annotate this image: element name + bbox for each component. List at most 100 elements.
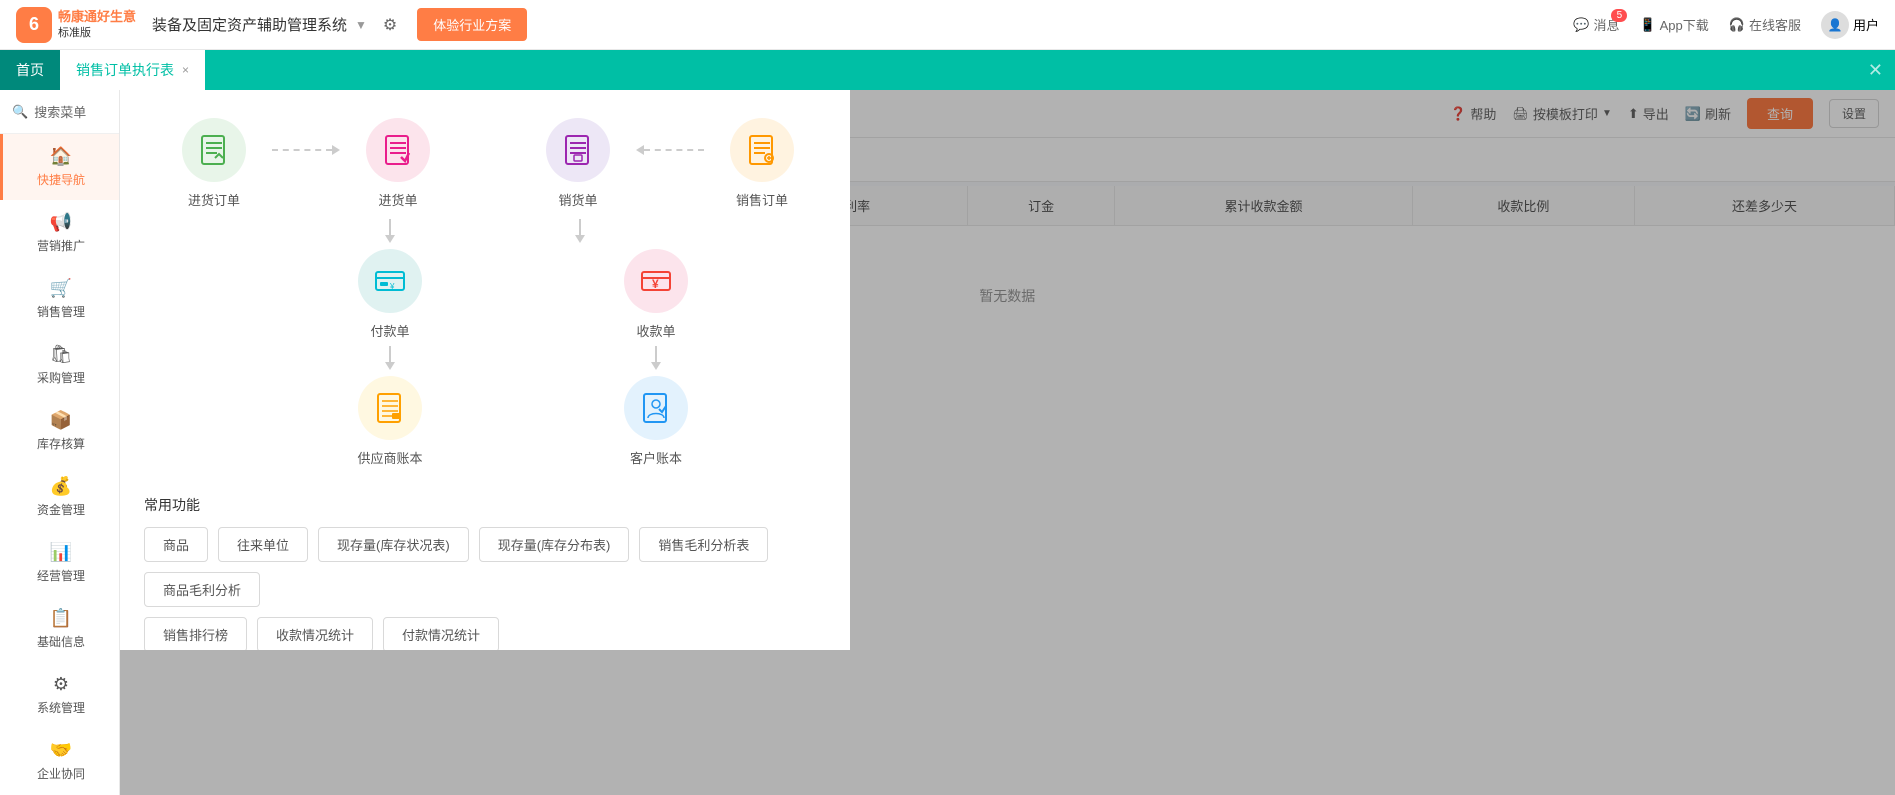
- sidebar-item-enterprise[interactable]: 🤝 企业协同: [0, 728, 119, 794]
- func-btn-sales-gross-analysis[interactable]: 销售毛利分析表: [639, 527, 768, 562]
- purchase-bill-label: 进货单: [378, 190, 417, 209]
- customer-account-label: 客户账本: [630, 448, 682, 467]
- app-download-action[interactable]: 📱 App下载: [1639, 15, 1708, 34]
- service-action[interactable]: 🎧 在线客服: [1729, 15, 1801, 34]
- message-badge: 5: [1611, 9, 1627, 22]
- sales-order-label: 销售订单: [736, 190, 788, 209]
- settings-icon[interactable]: ⚙: [383, 15, 397, 35]
- tab-close-icon[interactable]: ×: [182, 63, 189, 77]
- flow-row-1: 进货订单: [144, 110, 826, 217]
- sidebar-item-sales[interactable]: 🛒 销售管理: [0, 266, 119, 332]
- payment-bill-circle: ¥: [358, 249, 422, 313]
- sales-order-node[interactable]: 销售订单: [712, 118, 812, 209]
- tab-active-label: 销售订单执行表: [76, 60, 174, 80]
- sidebar-item-quick-nav[interactable]: 🏠 快捷导航: [0, 134, 119, 200]
- sidebar-label-enterprise: 企业协同: [37, 765, 85, 782]
- header-right: 💬 消息 5 📱 App下载 🎧 在线客服 👤 用户: [1573, 11, 1879, 39]
- func-btn-contacts[interactable]: 往来单位: [218, 527, 308, 562]
- supplier-account-node[interactable]: 供应商账本: [340, 376, 440, 467]
- modal-overlay[interactable]: 进货订单: [120, 90, 1895, 795]
- experience-btn[interactable]: 体验行业方案: [417, 8, 527, 41]
- operations-icon: 📊: [50, 542, 72, 563]
- sidebar-item-marketing[interactable]: 📢 营销推广: [0, 200, 119, 266]
- logo-area: 6 畅康通好生意 标准版: [16, 7, 136, 43]
- purchase-bill-circle: [366, 118, 430, 182]
- system-icon: ⚙: [53, 674, 69, 695]
- main-content: ❓ 帮助 🖨 按模板打印 ▼ ⬆ 导出 🔄 刷新 查询 设置 📅: [120, 90, 1895, 795]
- sidebar-item-finance[interactable]: 💰 资金管理: [0, 464, 119, 530]
- func-btn-stock-status[interactable]: 现存量(库存状况表): [318, 527, 469, 562]
- sidebar-label-quick-nav: 快捷导航: [37, 171, 85, 188]
- sidebar-item-operations[interactable]: 📊 经营管理: [0, 530, 119, 596]
- flow-row-3: 供应商账本 客: [144, 372, 826, 471]
- system-dropdown-icon[interactable]: ▼: [355, 18, 367, 32]
- tab-home[interactable]: 首页: [0, 50, 60, 90]
- search-menu[interactable]: 🔍 搜索菜单: [0, 90, 119, 134]
- message-action[interactable]: 💬 消息 5: [1573, 15, 1619, 34]
- customer-account-node[interactable]: 客户账本: [606, 376, 706, 467]
- common-functions: 常用功能 商品 往来单位 现存量(库存状况表) 现存量(库存分布表) 销售毛利分…: [144, 495, 826, 650]
- payment-bill-icon: ¥: [373, 264, 407, 298]
- func-btn-stock-dist[interactable]: 现存量(库存分布表): [479, 527, 630, 562]
- func-btn-goods[interactable]: 商品: [144, 527, 208, 562]
- purchase-bill-icon: [381, 133, 415, 167]
- sidebar-label-basic: 基础信息: [37, 633, 85, 650]
- purchase-bill-node[interactable]: 进货单: [348, 118, 448, 209]
- flow-diagram: 进货订单: [144, 110, 826, 471]
- logo-main: 畅康通好生意: [58, 8, 136, 26]
- payment-bill-node[interactable]: ¥ 付款单: [340, 249, 440, 340]
- search-icon: 🔍: [12, 104, 28, 120]
- window-close-icon[interactable]: ✕: [1868, 60, 1883, 81]
- func-btn-goods-gross-analysis[interactable]: 商品毛利分析: [144, 572, 260, 607]
- sidebar-label-sales: 销售管理: [37, 303, 85, 320]
- enterprise-icon: 🤝: [50, 740, 72, 761]
- customer-account-circle: [624, 376, 688, 440]
- receipt-bill-label: 收款单: [636, 321, 675, 340]
- svg-text:¥: ¥: [389, 282, 395, 291]
- func-btn-sales-ranking[interactable]: 销售排行榜: [144, 617, 247, 650]
- payment-bill-label: 付款单: [370, 321, 409, 340]
- func-btn-payment-stats[interactable]: 付款情况统计: [383, 617, 499, 650]
- customer-account-icon: [639, 391, 673, 425]
- arrow-down-purchase-bill: [385, 219, 395, 243]
- purchase-order-label: 进货订单: [188, 190, 240, 209]
- func-btn-receipt-stats[interactable]: 收款情况统计: [257, 617, 373, 650]
- user-avatar: 👤: [1821, 11, 1849, 39]
- sales-bill-node[interactable]: 销货单: [528, 118, 628, 209]
- purchase-order-circle: [182, 118, 246, 182]
- sidebar-item-purchase[interactable]: 🛍 采购管理: [0, 332, 119, 398]
- receipt-bill-node[interactable]: ¥ 收款单: [606, 249, 706, 340]
- arrow-down-receipt: [651, 346, 661, 370]
- marketing-icon: 📢: [50, 212, 72, 233]
- sidebar-item-basic[interactable]: 📋 基础信息: [0, 596, 119, 662]
- receipt-bill-circle: ¥: [624, 249, 688, 313]
- inventory-icon: 📦: [50, 410, 72, 431]
- top-header: 6 畅康通好生意 标准版 装备及固定资产辅助管理系统 ▼ ⚙ 体验行业方案 💬 …: [0, 0, 1895, 50]
- user-area[interactable]: 👤 用户: [1821, 11, 1879, 39]
- arrow-down-sales-bill: [575, 219, 585, 243]
- main-layout: 🔍 搜索菜单 🏠 快捷导航 📢 营销推广 🛒 销售管理 🛍 采购管理 📦 库存核…: [0, 90, 1895, 795]
- func-buttons-row-2: 销售排行榜 收款情况统计 付款情况统计: [144, 617, 826, 650]
- arrow-purchase-order-to-bill: [272, 145, 340, 155]
- purchase-icon: 🛍: [50, 344, 73, 365]
- headset-icon: 🎧: [1729, 17, 1745, 33]
- basic-icon: 📋: [50, 608, 72, 629]
- sidebar-item-inventory[interactable]: 📦 库存核算: [0, 398, 119, 464]
- quick-guide-modal: 进货订单: [120, 90, 850, 650]
- sales-icon: 🛒: [50, 278, 72, 299]
- purchase-order-node[interactable]: 进货订单: [164, 118, 264, 209]
- arrow-sales-order-to-bill: [636, 145, 704, 155]
- tab-home-label: 首页: [16, 60, 44, 80]
- sidebar-label-purchase: 采购管理: [37, 369, 85, 386]
- sales-order-circle: [730, 118, 794, 182]
- app-label: App下载: [1660, 15, 1709, 34]
- sales-bill-label: 销货单: [558, 190, 597, 209]
- tab-sales-order-execution[interactable]: 销售订单执行表 ×: [60, 50, 205, 90]
- svg-text:¥: ¥: [652, 277, 659, 291]
- sidebar: 🔍 搜索菜单 🏠 快捷导航 📢 营销推广 🛒 销售管理 🛍 采购管理 📦 库存核…: [0, 90, 120, 795]
- sales-bill-col: 销货单: [528, 118, 628, 209]
- sidebar-label-marketing: 营销推广: [37, 237, 85, 254]
- system-title-area: 装备及固定资产辅助管理系统 ▼ ⚙ 体验行业方案: [136, 8, 1573, 41]
- purchase-order-icon: [197, 133, 231, 167]
- sidebar-item-system[interactable]: ⚙ 系统管理: [0, 662, 119, 728]
